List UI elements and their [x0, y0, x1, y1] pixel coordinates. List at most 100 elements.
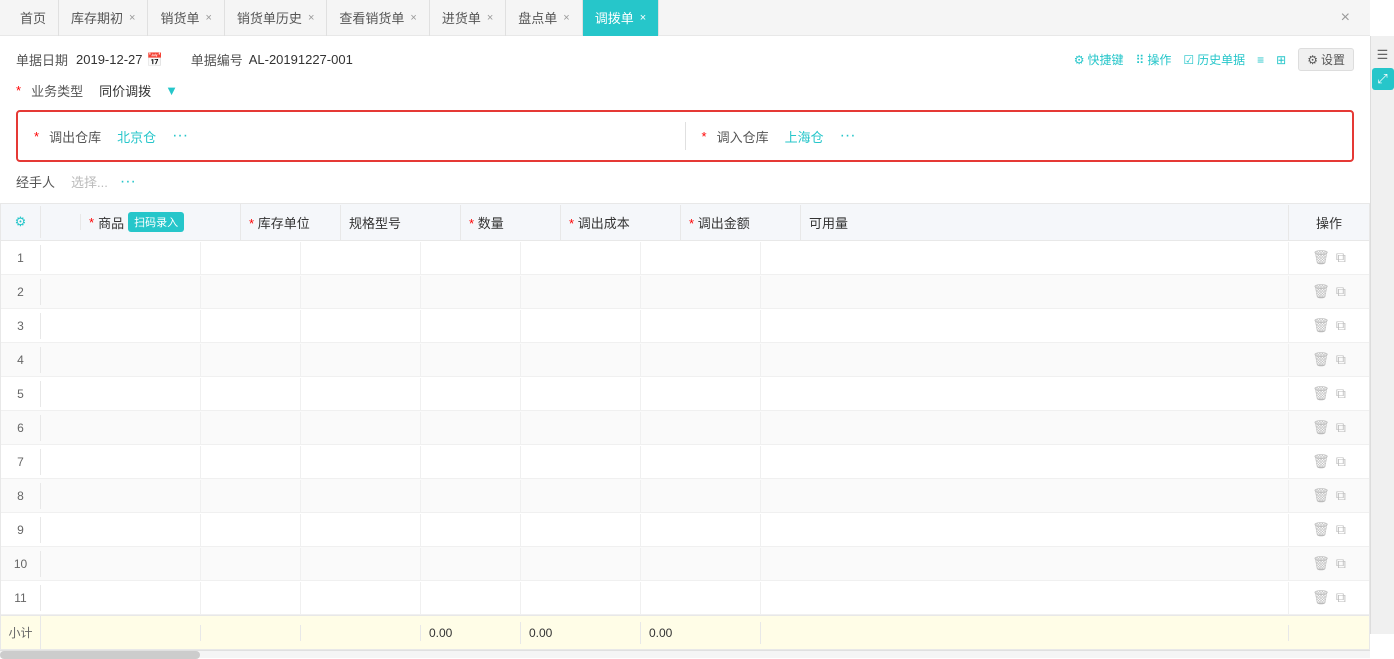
row-spec-2[interactable]: [301, 276, 421, 308]
row-qty-1[interactable]: [421, 242, 521, 274]
row-spec-11[interactable]: [301, 582, 421, 614]
row-copy-icon-1[interactable]: ⧉: [1336, 249, 1346, 266]
row-delete-icon-8[interactable]: 🗑: [1312, 487, 1330, 504]
row-product-3[interactable]: [41, 310, 201, 342]
row-amount-7[interactable]: [641, 446, 761, 478]
row-unit-7[interactable]: [201, 446, 301, 478]
row-qty-3[interactable]: [421, 310, 521, 342]
row-spec-1[interactable]: [301, 242, 421, 274]
row-spec-3[interactable]: [301, 310, 421, 342]
row-product-7[interactable]: [41, 446, 201, 478]
scrollbar-thumb[interactable]: [0, 651, 200, 659]
row-product-10[interactable]: [41, 548, 201, 580]
layout-icon-2[interactable]: ⊞: [1276, 53, 1286, 67]
settings-button[interactable]: ⚙ 设置: [1298, 48, 1354, 71]
row-spec-8[interactable]: [301, 480, 421, 512]
row-amount-4[interactable]: [641, 344, 761, 376]
row-amount-10[interactable]: [641, 548, 761, 580]
row-cost-10[interactable]: [521, 548, 641, 580]
in-warehouse-more-button[interactable]: ···: [840, 127, 856, 145]
tab-close-inventory-init[interactable]: ×: [129, 12, 135, 24]
row-product-4[interactable]: [41, 344, 201, 376]
row-cost-7[interactable]: [521, 446, 641, 478]
tab-transfer[interactable]: 调拨单 ×: [583, 0, 659, 36]
row-amount-9[interactable]: [641, 514, 761, 546]
row-copy-icon-2[interactable]: ⧉: [1336, 283, 1346, 300]
row-delete-icon-7[interactable]: 🗑: [1312, 453, 1330, 470]
row-product-9[interactable]: [41, 514, 201, 546]
row-qty-8[interactable]: [421, 480, 521, 512]
tab-close-inventory-check[interactable]: ×: [563, 12, 569, 24]
row-unit-1[interactable]: [201, 242, 301, 274]
row-amount-8[interactable]: [641, 480, 761, 512]
row-cost-3[interactable]: [521, 310, 641, 342]
row-cost-11[interactable]: [521, 582, 641, 614]
row-qty-11[interactable]: [421, 582, 521, 614]
row-spec-7[interactable]: [301, 446, 421, 478]
tab-inventory-init[interactable]: 库存期初 ×: [59, 0, 148, 36]
row-amount-11[interactable]: [641, 582, 761, 614]
row-copy-icon-5[interactable]: ⧉: [1336, 385, 1346, 402]
tab-close-sales-order[interactable]: ×: [205, 12, 211, 24]
row-delete-icon-1[interactable]: 🗑: [1312, 249, 1330, 266]
row-cost-9[interactable]: [521, 514, 641, 546]
row-qty-7[interactable]: [421, 446, 521, 478]
sidebar-list-icon[interactable]: ☰: [1372, 44, 1394, 66]
row-unit-10[interactable]: [201, 548, 301, 580]
row-spec-5[interactable]: [301, 378, 421, 410]
tab-home[interactable]: 首页: [8, 0, 59, 36]
scan-input-button[interactable]: 扫码录入: [128, 212, 184, 232]
tab-sales-history[interactable]: 销货单历史 ×: [225, 0, 327, 36]
row-unit-9[interactable]: [201, 514, 301, 546]
horizontal-scrollbar[interactable]: [0, 650, 1370, 658]
row-spec-9[interactable]: [301, 514, 421, 546]
close-all-tabs-button[interactable]: ×: [1329, 9, 1362, 27]
person-more-button[interactable]: ···: [120, 173, 136, 191]
row-copy-icon-11[interactable]: ⧉: [1336, 589, 1346, 606]
row-delete-icon-10[interactable]: 🗑: [1312, 555, 1330, 572]
row-unit-6[interactable]: [201, 412, 301, 444]
row-spec-10[interactable]: [301, 548, 421, 580]
row-qty-6[interactable]: [421, 412, 521, 444]
row-qty-5[interactable]: [421, 378, 521, 410]
row-qty-9[interactable]: [421, 514, 521, 546]
column-settings-icon[interactable]: ⚙: [1, 206, 41, 238]
out-warehouse-more-button[interactable]: ···: [172, 127, 188, 145]
tab-sales-order[interactable]: 销货单 ×: [148, 0, 224, 36]
tab-view-sales[interactable]: 查看销货单 ×: [327, 0, 429, 36]
row-delete-icon-2[interactable]: 🗑: [1312, 283, 1330, 300]
person-select[interactable]: 选择...: [71, 172, 108, 191]
row-amount-3[interactable]: [641, 310, 761, 342]
row-delete-icon-11[interactable]: 🗑: [1312, 589, 1330, 606]
row-product-11[interactable]: [41, 582, 201, 614]
row-copy-icon-10[interactable]: ⧉: [1336, 555, 1346, 572]
tab-close-purchase[interactable]: ×: [487, 12, 493, 24]
row-copy-icon-6[interactable]: ⧉: [1336, 419, 1346, 436]
tab-close-view-sales[interactable]: ×: [410, 12, 416, 24]
tab-purchase[interactable]: 进货单 ×: [430, 0, 506, 36]
row-delete-icon-4[interactable]: 🗑: [1312, 351, 1330, 368]
in-warehouse-value[interactable]: 上海仓: [785, 127, 824, 146]
row-copy-icon-3[interactable]: ⧉: [1336, 317, 1346, 334]
out-warehouse-value[interactable]: 北京仓: [117, 127, 156, 146]
row-copy-icon-4[interactable]: ⧉: [1336, 351, 1346, 368]
row-qty-10[interactable]: [421, 548, 521, 580]
tab-inventory-check[interactable]: 盘点单 ×: [506, 0, 582, 36]
row-spec-6[interactable]: [301, 412, 421, 444]
row-unit-4[interactable]: [201, 344, 301, 376]
row-cost-1[interactable]: [521, 242, 641, 274]
row-cost-5[interactable]: [521, 378, 641, 410]
row-product-1[interactable]: [41, 242, 201, 274]
layout-icon-1[interactable]: ≡: [1257, 53, 1264, 67]
calendar-icon[interactable]: 📅: [147, 52, 163, 68]
row-unit-3[interactable]: [201, 310, 301, 342]
history-button[interactable]: ☑ 历史单据: [1183, 51, 1245, 68]
row-unit-2[interactable]: [201, 276, 301, 308]
row-copy-icon-9[interactable]: ⧉: [1336, 521, 1346, 538]
tab-close-sales-history[interactable]: ×: [308, 12, 314, 24]
row-product-5[interactable]: [41, 378, 201, 410]
business-type-dropdown-icon[interactable]: ▼: [165, 83, 178, 98]
row-amount-5[interactable]: [641, 378, 761, 410]
row-cost-8[interactable]: [521, 480, 641, 512]
row-copy-icon-7[interactable]: ⧉: [1336, 453, 1346, 470]
